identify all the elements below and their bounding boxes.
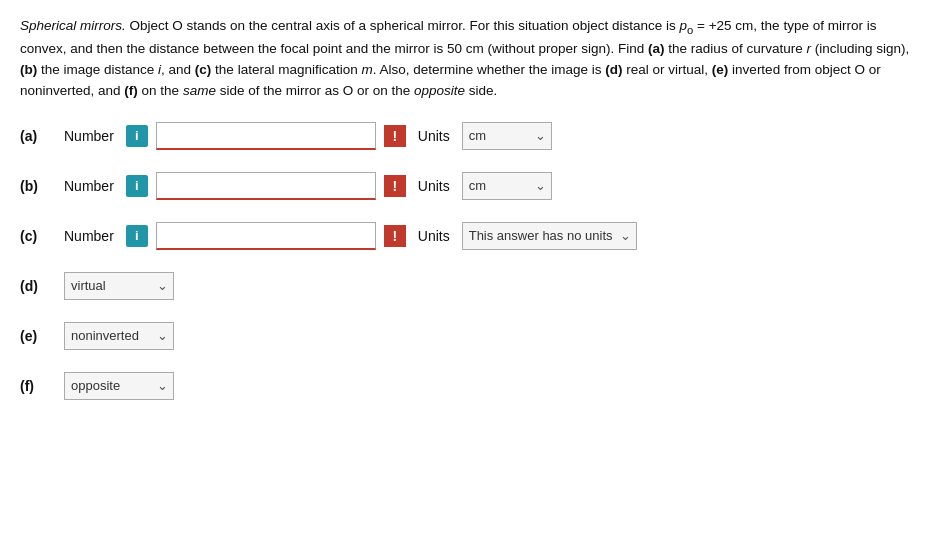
select-wrapper-e: noninverted inverted: [64, 322, 174, 350]
row-d: (d) virtual real: [20, 272, 916, 300]
alert-button-b[interactable]: !: [384, 175, 406, 197]
units-select-wrapper-b: cm m mm km: [462, 172, 552, 200]
select-wrapper-d: virtual real: [64, 272, 174, 300]
alert-button-c[interactable]: !: [384, 225, 406, 247]
row-c: (c) Number i ! Units This answer has no …: [20, 222, 916, 250]
select-wrapper-f: opposite same: [64, 372, 174, 400]
info-button-b[interactable]: i: [126, 175, 148, 197]
units-select-a[interactable]: cm m mm km: [462, 122, 552, 150]
units-select-c[interactable]: This answer has no units cm m: [462, 222, 637, 250]
select-d[interactable]: virtual real: [64, 272, 174, 300]
label-f: (f): [20, 378, 56, 394]
number-label-a: Number: [64, 128, 114, 144]
units-label-c: Units: [418, 228, 450, 244]
number-label-b: Number: [64, 178, 114, 194]
alert-button-a[interactable]: !: [384, 125, 406, 147]
row-b: (b) Number i ! Units cm m mm km: [20, 172, 916, 200]
row-f: (f) opposite same: [20, 372, 916, 400]
units-label-a: Units: [418, 128, 450, 144]
select-e[interactable]: noninverted inverted: [64, 322, 174, 350]
problem-text: Spherical mirrors. Object O stands on th…: [20, 16, 916, 102]
number-input-a[interactable]: [156, 122, 376, 150]
info-button-a[interactable]: i: [126, 125, 148, 147]
units-select-wrapper-c: This answer has no units cm m: [462, 222, 637, 250]
info-button-c[interactable]: i: [126, 225, 148, 247]
units-label-b: Units: [418, 178, 450, 194]
number-input-c[interactable]: [156, 222, 376, 250]
number-label-c: Number: [64, 228, 114, 244]
row-a: (a) Number i ! Units cm m mm km: [20, 122, 916, 150]
label-a: (a): [20, 128, 56, 144]
label-e: (e): [20, 328, 56, 344]
label-d: (d): [20, 278, 56, 294]
row-e: (e) noninverted inverted: [20, 322, 916, 350]
number-input-b[interactable]: [156, 172, 376, 200]
label-c: (c): [20, 228, 56, 244]
units-select-wrapper-a: cm m mm km: [462, 122, 552, 150]
label-b: (b): [20, 178, 56, 194]
units-select-b[interactable]: cm m mm km: [462, 172, 552, 200]
select-f[interactable]: opposite same: [64, 372, 174, 400]
